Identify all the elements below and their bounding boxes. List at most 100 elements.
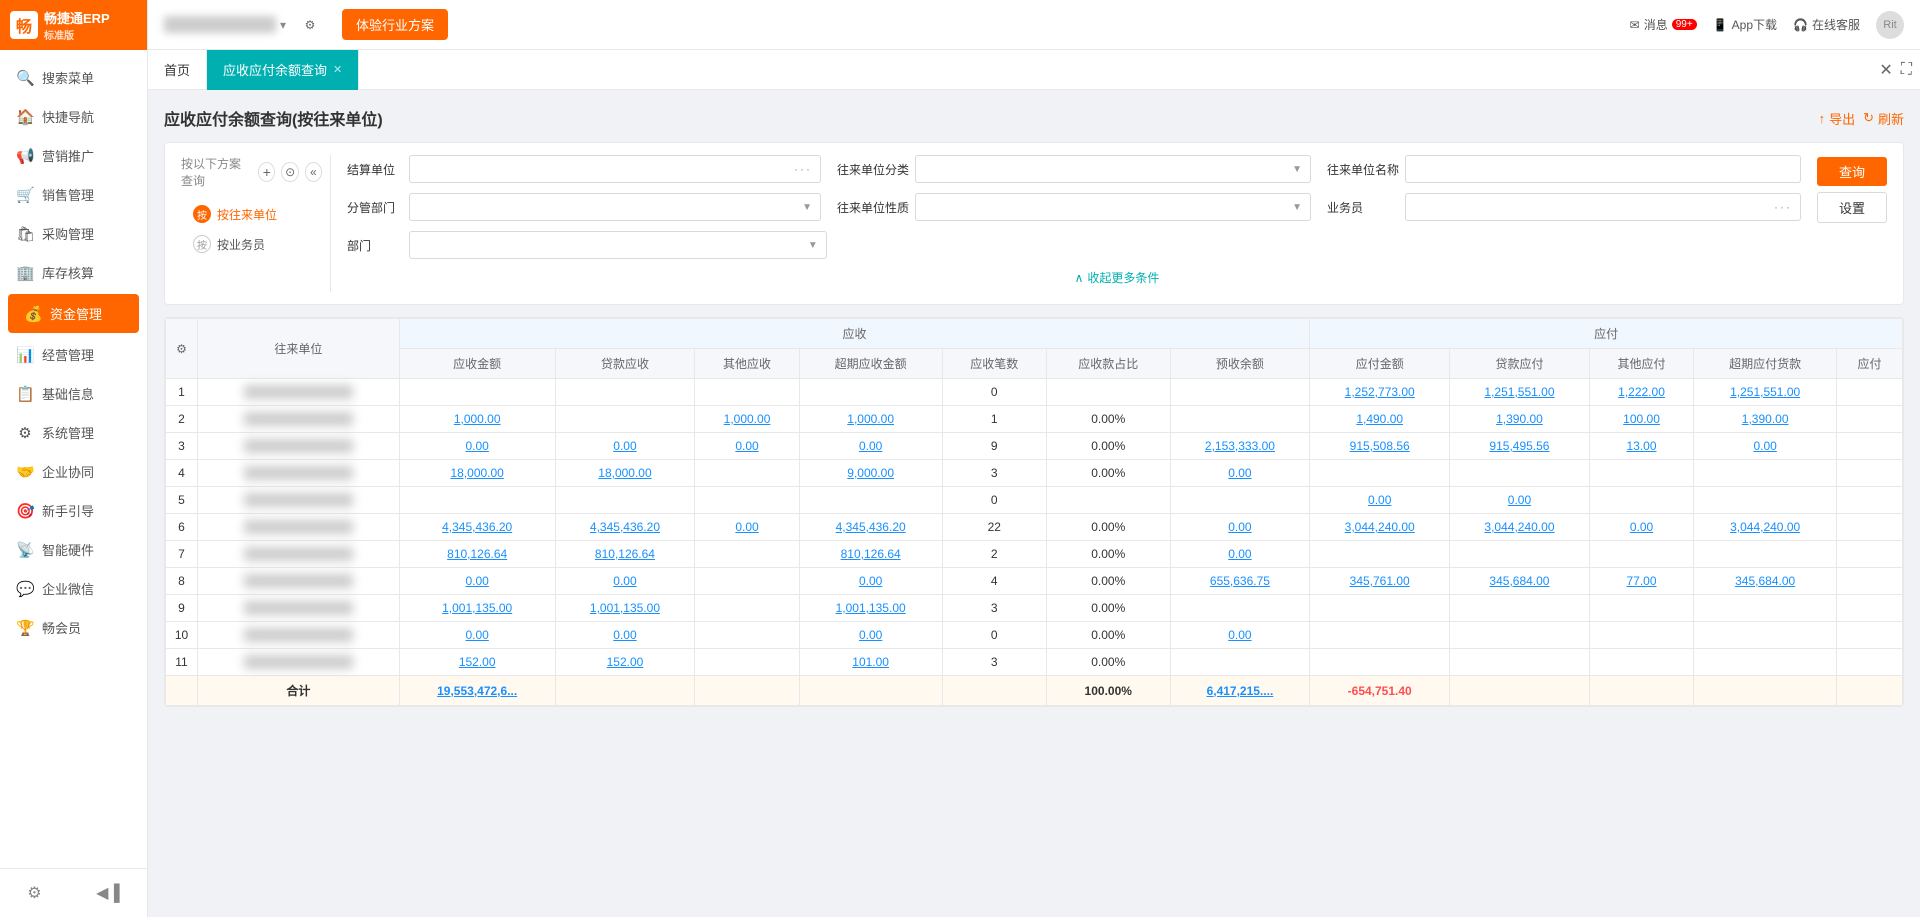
- dept-chevron: ▼: [802, 202, 812, 213]
- filter-row-3: 部门 ▼: [347, 231, 1801, 259]
- total-recv-other: [695, 676, 799, 706]
- col-group-payable: 应付: [1310, 319, 1903, 349]
- total-recv-ratio: 100.00%: [1046, 676, 1170, 706]
- sidebar-item-inventory-label: 库存核算: [42, 263, 94, 282]
- sidebar-item-sales[interactable]: 🛒 销售管理: [0, 175, 147, 214]
- sidebar-item-quick-nav[interactable]: 🏠 快捷导航: [0, 97, 147, 136]
- tab-close-btn[interactable]: ✕: [333, 63, 342, 76]
- table-row: 9company1,001,135.001,001,135.001,001,13…: [166, 595, 1903, 622]
- sidebar-item-wechat[interactable]: 💬 企业微信: [0, 569, 147, 608]
- settings-bottom-btn[interactable]: ⚙: [21, 877, 47, 909]
- table-row: 7company810,126.64810,126.64810,126.6420…: [166, 541, 1903, 568]
- sidebar-item-guide[interactable]: 🎯 新手引导: [0, 491, 147, 530]
- industry-btn[interactable]: 体验行业方案: [342, 9, 448, 40]
- settlement-dots: ···: [794, 162, 812, 176]
- header-right: ✉ 消息 99+ 📱 App下载 🎧 在线客服 Rit: [1630, 11, 1904, 39]
- sidebar-item-marketing[interactable]: 📢 营销推广: [0, 136, 147, 175]
- service-btn[interactable]: 🎧 在线客服: [1793, 16, 1860, 33]
- filter-row-1: 结算单位 ··· 往来单位分类 ▼: [347, 155, 1801, 183]
- filter-salesman-input[interactable]: ···: [1405, 193, 1801, 221]
- sidebar-logo: 畅 畅捷通ERP 标准版: [0, 0, 147, 50]
- sidebar-nav: 🔍 搜索菜单 🏠 快捷导航 📢 营销推广 🛒 销售管理 🛍 采购管理 🏢 库存核…: [0, 50, 147, 868]
- add-scheme-btn[interactable]: +: [258, 162, 275, 182]
- total-recv-prepay[interactable]: 6,417,215....: [1170, 676, 1310, 706]
- operations-icon: 📊: [16, 346, 34, 364]
- basic-info-icon: 📋: [16, 385, 34, 403]
- filter-row-2: 分管部门 ▼ 往来单位性质 ▼: [347, 193, 1801, 221]
- col-pay-overdue: 超期应付货款: [1694, 349, 1837, 379]
- filter-company-name-input[interactable]: [1405, 155, 1801, 183]
- top-header: XXX有限公司 ▾ ⚙ 体验行业方案 ✉ 消息 99+ 📱 App下载 🎧 在线…: [148, 0, 1920, 50]
- filter-company-category-label: 往来单位分类: [837, 161, 909, 178]
- sidebar-item-purchase[interactable]: 🛍 采购管理: [0, 214, 147, 253]
- sidebar-item-hardware[interactable]: 📡 智能硬件: [0, 530, 147, 569]
- total-recv-amount[interactable]: 19,553,472,6...: [399, 676, 555, 706]
- export-btn[interactable]: ↑ 导出: [1819, 109, 1856, 128]
- table-row: 6company4,345,436.204,345,436.200.004,34…: [166, 514, 1903, 541]
- filter-settlement-input[interactable]: ···: [409, 155, 821, 183]
- filter-form: 结算单位 ··· 往来单位分类 ▼: [347, 155, 1801, 263]
- collapse-btn[interactable]: ∧ 收起更多条件: [347, 263, 1887, 292]
- query-label: 按以下方案查询: [181, 155, 252, 189]
- sidebar-item-member[interactable]: 🏆 畅会员: [0, 608, 147, 647]
- page-header: 应收应付余额查询(按往来单位) ↑ 导出 ↻ 刷新: [164, 106, 1904, 130]
- app-download-btn[interactable]: 📱 App下载: [1713, 16, 1777, 33]
- user-menu[interactable]: Rit: [1876, 11, 1904, 39]
- sidebar-item-system[interactable]: ⚙ 系统管理: [0, 413, 147, 452]
- query-button[interactable]: 查询: [1817, 157, 1887, 186]
- query-scheme-panel: 按以下方案查询 + ⊙ « 按 按往来单位 按 按业务员: [181, 155, 331, 292]
- inventory-icon: 🏢: [16, 264, 34, 282]
- table-row: 8company0.000.000.0040.00%655,636.75345,…: [166, 568, 1903, 595]
- sidebar-item-operations[interactable]: 📊 经营管理: [0, 335, 147, 374]
- sidebar-item-guide-label: 新手引导: [42, 501, 94, 520]
- total-pay-other: [1589, 676, 1693, 706]
- data-table: ⚙ 往来单位 应收 应付 应收金额 贷款应收 其他应收 超期应收金额 应收笔数 …: [165, 318, 1903, 706]
- system-icon: ⚙: [16, 424, 34, 442]
- edit-scheme-btn[interactable]: ⊙: [281, 162, 298, 182]
- logo-icon: 畅: [10, 11, 38, 39]
- sidebar-item-inventory[interactable]: 🏢 库存核算: [0, 253, 147, 292]
- col-settings[interactable]: ⚙: [166, 319, 198, 379]
- total-recv-loan: [555, 676, 695, 706]
- filter-section-dept-input[interactable]: ▼: [409, 231, 827, 259]
- filter-company-nature: 往来单位性质 ▼: [837, 193, 1311, 221]
- company-category-chevron: ▼: [1292, 164, 1302, 175]
- collapse-scheme-btn[interactable]: «: [305, 162, 322, 182]
- col-recv-ratio: 应收款占比: [1046, 349, 1170, 379]
- tab-close-window-btn[interactable]: ✕: [1879, 60, 1892, 80]
- scheme-by-salesman[interactable]: 按 按业务员: [181, 229, 322, 259]
- filter-dept-input[interactable]: ▼: [409, 193, 821, 221]
- sidebar-item-finance[interactable]: 💰 资金管理: [8, 294, 139, 333]
- total-recv-overdue: [799, 676, 942, 706]
- message-btn[interactable]: ✉ 消息 99+: [1630, 16, 1697, 33]
- sidebar-item-quick-nav-label: 快捷导航: [42, 107, 94, 126]
- service-label: 在线客服: [1812, 16, 1860, 33]
- tab-receivable[interactable]: 应收应付余额查询 ✕: [207, 50, 359, 90]
- tabs-bar: 首页 应收应付余额查询 ✕ ✕ ⛶: [148, 50, 1920, 90]
- settings-button[interactable]: 设置: [1817, 192, 1887, 223]
- tab-receivable-label: 应收应付余额查询: [223, 60, 327, 79]
- sidebar-item-basic-info[interactable]: 📋 基础信息: [0, 374, 147, 413]
- sidebar-item-finance-label: 资金管理: [50, 304, 102, 323]
- sidebar-item-member-label: 畅会员: [42, 618, 81, 637]
- scheme-by-company[interactable]: 按 按往来单位: [181, 199, 322, 229]
- settings-btn[interactable]: ⚙: [296, 11, 324, 39]
- sidebar-item-search[interactable]: 🔍 搜索菜单: [0, 58, 147, 97]
- filter-company-category-input[interactable]: ▼: [915, 155, 1311, 183]
- filter-company-nature-label: 往来单位性质: [837, 199, 909, 216]
- export-label: 导出: [1829, 109, 1855, 128]
- sidebar-item-collab[interactable]: 🤝 企业协同: [0, 452, 147, 491]
- filter-company-nature-input[interactable]: ▼: [915, 193, 1311, 221]
- table-row: 10company0.000.000.0000.00%0.00: [166, 622, 1903, 649]
- header-actions: ⚙: [296, 11, 324, 39]
- refresh-icon: ↻: [1863, 110, 1874, 126]
- tab-home[interactable]: 首页: [148, 50, 207, 90]
- export-icon: ↑: [1819, 111, 1826, 126]
- filter-action-btns: 查询 设置: [1801, 155, 1887, 263]
- collapse-sidebar-btn[interactable]: ◀▐: [90, 877, 126, 909]
- sidebar-item-sales-label: 销售管理: [42, 185, 94, 204]
- filter-settlement-label: 结算单位: [347, 161, 403, 178]
- tab-maximize-btn[interactable]: ⛶: [1901, 61, 1912, 79]
- refresh-btn[interactable]: ↻ 刷新: [1863, 109, 1904, 128]
- col-pay-next: 应付: [1837, 349, 1903, 379]
